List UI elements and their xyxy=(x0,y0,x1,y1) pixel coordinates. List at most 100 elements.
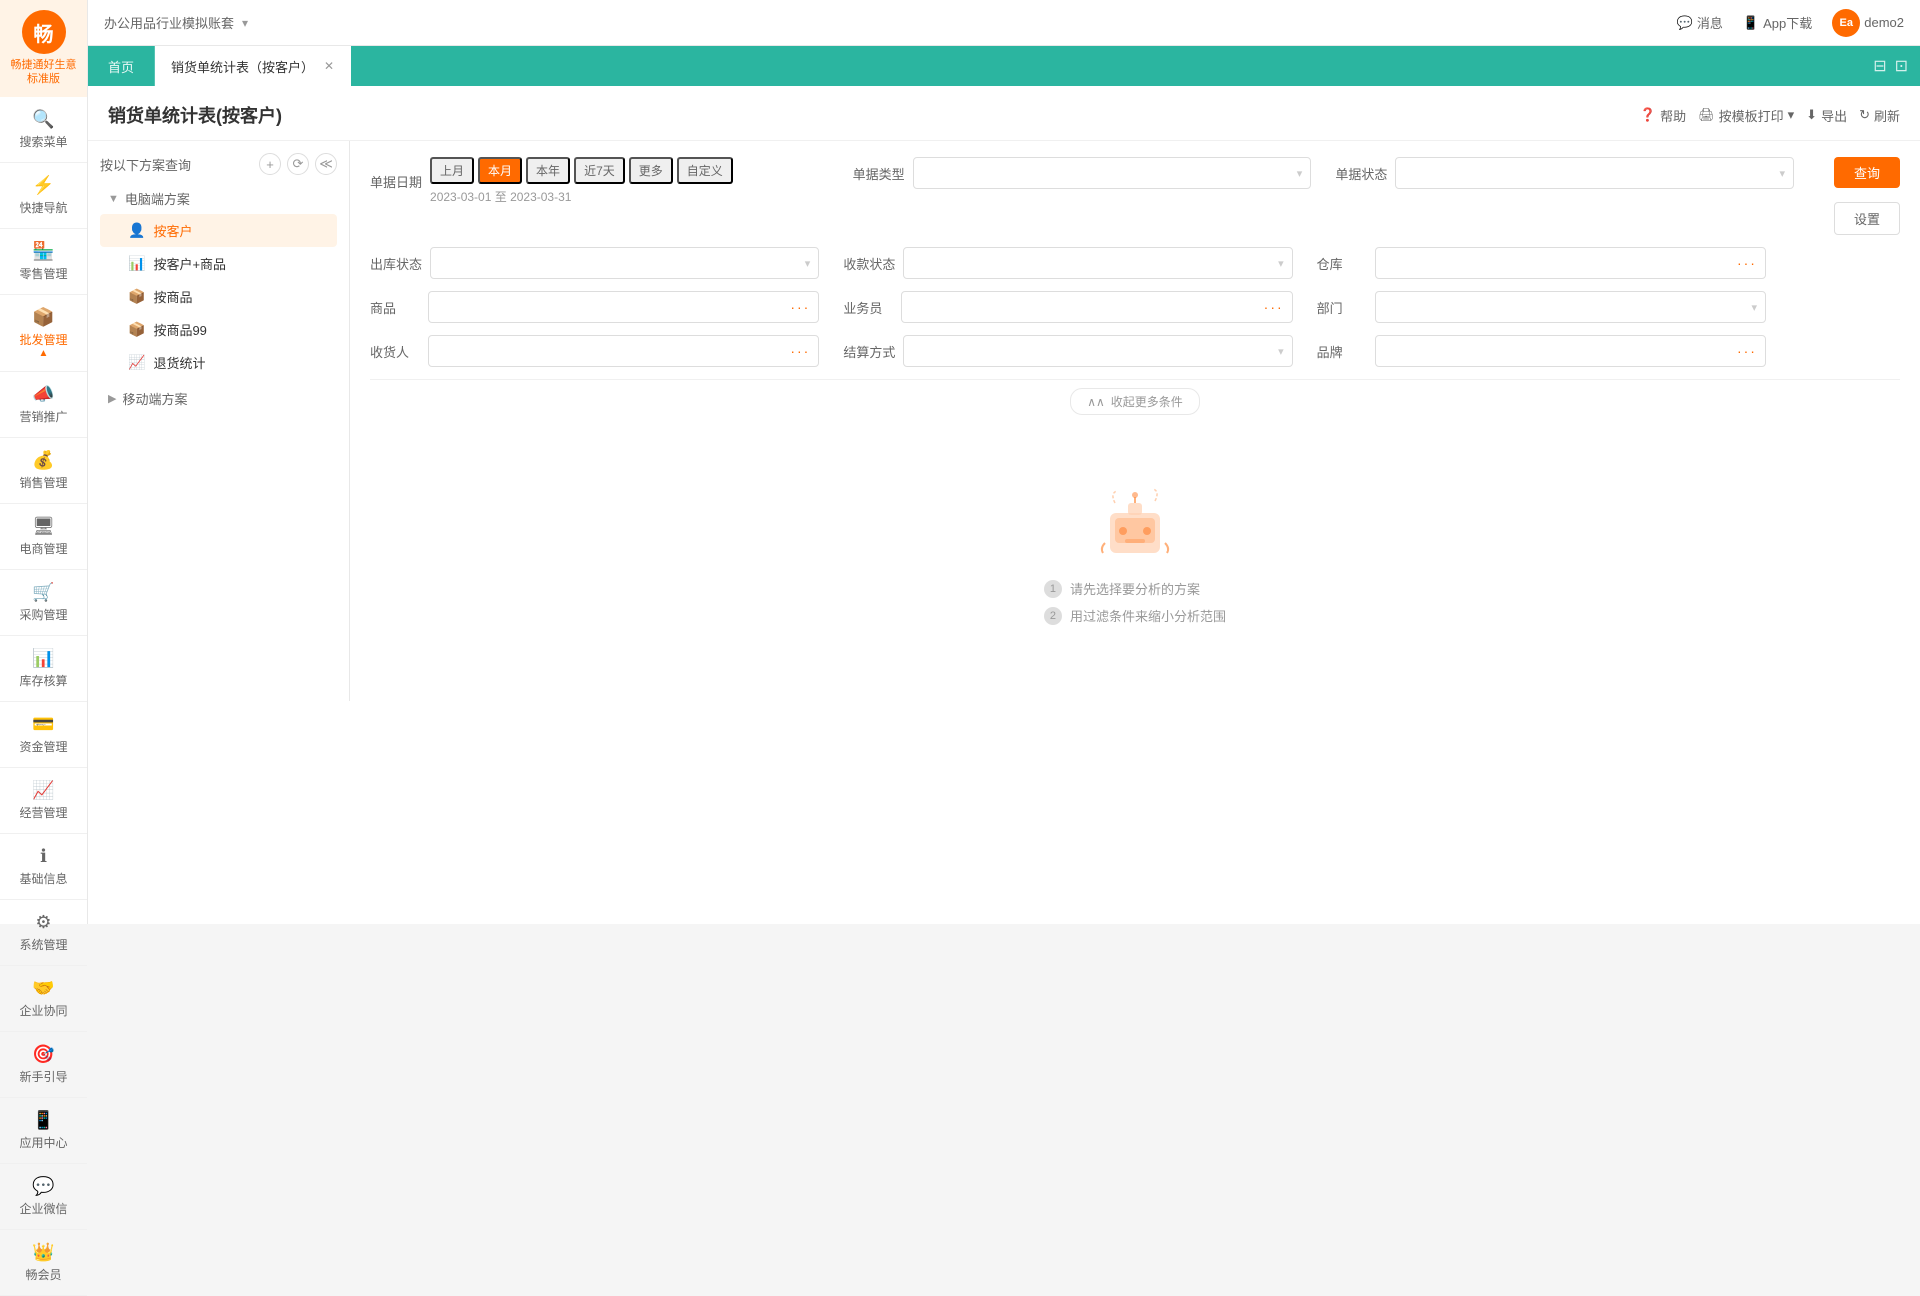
sidebar-item-app[interactable]: 📱 应用中心 xyxy=(0,1098,87,1164)
query-button[interactable]: 查询 xyxy=(1834,157,1900,188)
header-right: 💬 消息 📱 App下载 Ea demo2 xyxy=(1677,9,1904,37)
help-button[interactable]: ❓ 帮助 xyxy=(1640,106,1686,125)
sidebar-item-member[interactable]: 👑 畅会员 xyxy=(0,1230,87,1296)
logo-text: 畅捷通好生意 标准版 xyxy=(11,58,77,87)
sidebar-item-operation[interactable]: 📈 经营管理 xyxy=(0,768,87,834)
tree-group-mobile-header[interactable]: ▶ 移动端方案 xyxy=(100,383,337,414)
sidebar-item-marketing[interactable]: 📣 营销推广 xyxy=(0,372,87,438)
goods-label: 商品 xyxy=(370,298,420,317)
warehouse-label: 仓库 xyxy=(1317,254,1367,273)
sales-icon: 💰 xyxy=(32,450,54,471)
setting-button[interactable]: 设置 xyxy=(1834,202,1900,235)
by-product-99-icon: 📦 xyxy=(128,321,145,338)
payment-status-input[interactable]: ▾ xyxy=(903,247,1292,279)
goods-input[interactable]: ··· xyxy=(428,291,819,323)
left-panel-header: 按以下方案查询 + ⟳ ≪ xyxy=(88,153,349,183)
refresh-icon: ↻ xyxy=(1859,107,1870,123)
app-download-button[interactable]: 📱 App下载 xyxy=(1743,13,1812,32)
date-tab-this-month[interactable]: 本月 xyxy=(478,157,522,184)
logo-icon: 畅 xyxy=(22,10,66,54)
collapse-up-icon: ∧∧ xyxy=(1087,395,1105,409)
guide-icon: 🎯 xyxy=(32,1044,54,1065)
add-scheme-button[interactable]: + xyxy=(259,153,281,175)
by-customer-icon: 👤 xyxy=(128,222,145,239)
export-icon: ⬇ xyxy=(1806,107,1817,123)
salesperson-label: 业务员 xyxy=(843,298,893,317)
sidebar-item-wholesale[interactable]: 📦 批发管理 ▲ xyxy=(0,295,87,372)
tree-item-by-product-99[interactable]: 📦 按商品99 xyxy=(100,313,337,346)
export-button[interactable]: ⬇ 导出 xyxy=(1806,106,1847,125)
tab-sales-stats[interactable]: 销货单统计表（按客户） ✕ xyxy=(155,46,351,86)
tree-item-by-customer[interactable]: 👤 按客户 xyxy=(100,214,337,247)
tab-close-icon[interactable]: ✕ xyxy=(324,59,334,73)
empty-tip-1: 1 请先选择要分析的方案 xyxy=(1044,579,1226,598)
tree-item-return-stats[interactable]: 📈 退货统计 xyxy=(100,346,337,379)
receiver-input[interactable]: ··· xyxy=(428,335,819,367)
tab-maximize-icon[interactable]: ⊡ xyxy=(1895,56,1908,76)
sidebar-item-guide[interactable]: 🎯 新手引导 xyxy=(0,1032,87,1098)
print-button[interactable]: 🖨 按模板打印 ▾ xyxy=(1698,106,1794,125)
collapse-left-button[interactable]: ≪ xyxy=(315,153,337,175)
warehouse-input[interactable]: ··· xyxy=(1375,247,1766,279)
refresh-scheme-button[interactable]: ⟳ xyxy=(287,153,309,175)
tree-group-desktop-header[interactable]: ▼ 电脑端方案 xyxy=(100,183,337,214)
sidebar-item-system[interactable]: ⚙ 系统管理 xyxy=(0,900,87,966)
sidebar: 畅 畅捷通好生意 标准版 🔍 搜索菜单 ⚡ 快捷导航 🏪 零售管理 📦 批发管理… xyxy=(0,0,88,924)
sidebar-item-inventory[interactable]: 📊 库存核算 xyxy=(0,636,87,702)
print-dropdown-icon: ▾ xyxy=(1788,107,1795,123)
tree-item-by-customer-product[interactable]: 📊 按客户+商品 xyxy=(100,247,337,280)
sidebar-item-quick-nav[interactable]: ⚡ 快捷导航 xyxy=(0,163,87,229)
salesperson-input[interactable]: ··· xyxy=(901,291,1292,323)
page-header: 销货单统计表(按客户) ❓ 帮助 🖨 按模板打印 ▾ ⬇ 导出 xyxy=(88,86,1920,141)
doc-status-label: 单据状态 xyxy=(1335,164,1387,183)
user-avatar: Ea xyxy=(1832,9,1860,37)
out-status-input[interactable]: ▾ xyxy=(430,247,819,279)
settlement-input[interactable]: ▾ xyxy=(903,335,1292,367)
logo-area: 畅 畅捷通好生意 标准版 xyxy=(0,0,87,97)
sidebar-item-ecommerce[interactable]: 🖥 电商管理 xyxy=(0,504,87,570)
sidebar-item-collab[interactable]: 🤝 企业协同 xyxy=(0,966,87,1032)
member-icon: 👑 xyxy=(32,1242,54,1263)
tab-home[interactable]: 首页 xyxy=(88,46,155,86)
empty-tips: 1 请先选择要分析的方案 2 用过滤条件来缩小分析范围 xyxy=(1044,579,1226,625)
platform-dropdown-icon[interactable]: ▾ xyxy=(242,16,248,30)
tab-minimize-icon[interactable]: ⊟ xyxy=(1873,56,1886,76)
refresh-button[interactable]: ↻ 刷新 xyxy=(1859,106,1900,125)
left-panel-actions: + ⟳ ≪ xyxy=(259,153,337,175)
sidebar-item-sales[interactable]: 💰 销售管理 xyxy=(0,438,87,504)
brand-label: 品牌 xyxy=(1317,342,1367,361)
salesperson-pick-icon: ··· xyxy=(1264,299,1284,315)
sidebar-item-retail[interactable]: 🏪 零售管理 xyxy=(0,229,87,295)
sidebar-item-search[interactable]: 🔍 搜索菜单 xyxy=(0,97,87,163)
payment-status-dropdown-icon: ▾ xyxy=(1278,257,1284,270)
tree-item-by-product[interactable]: 📦 按商品 xyxy=(100,280,337,313)
date-tab-7days[interactable]: 近7天 xyxy=(574,157,625,184)
sidebar-item-finance[interactable]: 💳 资金管理 xyxy=(0,702,87,768)
collapse-button[interactable]: ∧∧ 收起更多条件 xyxy=(1070,388,1200,415)
split-layout: 按以下方案查询 + ⟳ ≪ ▼ 电脑端方案 xyxy=(88,141,1920,701)
sidebar-item-wechat[interactable]: 💬 企业微信 xyxy=(0,1164,87,1230)
doc-type-input[interactable]: ▾ xyxy=(913,157,1312,189)
right-panel: 单据日期 上月 本月 本年 近7天 更多 自定义 20 xyxy=(350,141,1920,701)
date-range-display: 2023-03-01 至 2023-03-31 xyxy=(430,188,829,205)
sidebar-item-purchase[interactable]: 🛒 采购管理 xyxy=(0,570,87,636)
top-header: 办公用品行业模拟账套 ▾ 💬 消息 📱 App下载 Ea demo2 xyxy=(88,0,1920,46)
date-tab-custom[interactable]: 自定义 xyxy=(677,157,733,184)
tab-bar: 首页 销货单统计表（按客户） ✕ ⊟ ⊡ xyxy=(88,46,1920,86)
doc-status-input[interactable]: ▾ xyxy=(1395,157,1794,189)
department-input[interactable]: ▾ xyxy=(1375,291,1766,323)
user-profile[interactable]: Ea demo2 xyxy=(1832,9,1904,37)
date-tab-last-month[interactable]: 上月 xyxy=(430,157,474,184)
brand-pick-icon: ··· xyxy=(1737,343,1757,359)
brand-input[interactable]: ··· xyxy=(1375,335,1766,367)
platform-label: 办公用品行业模拟账套 xyxy=(104,13,234,32)
message-icon: 💬 xyxy=(1677,15,1693,31)
date-tab-this-year[interactable]: 本年 xyxy=(526,157,570,184)
sidebar-item-basic-info[interactable]: ℹ 基础信息 xyxy=(0,834,87,900)
date-tab-more[interactable]: 更多 xyxy=(629,157,673,184)
quick-nav-icon: ⚡ xyxy=(32,175,54,196)
download-icon: 📱 xyxy=(1743,15,1759,31)
message-button[interactable]: 💬 消息 xyxy=(1677,13,1723,32)
help-icon: ❓ xyxy=(1640,107,1656,123)
tip-num-2: 2 xyxy=(1044,607,1062,625)
